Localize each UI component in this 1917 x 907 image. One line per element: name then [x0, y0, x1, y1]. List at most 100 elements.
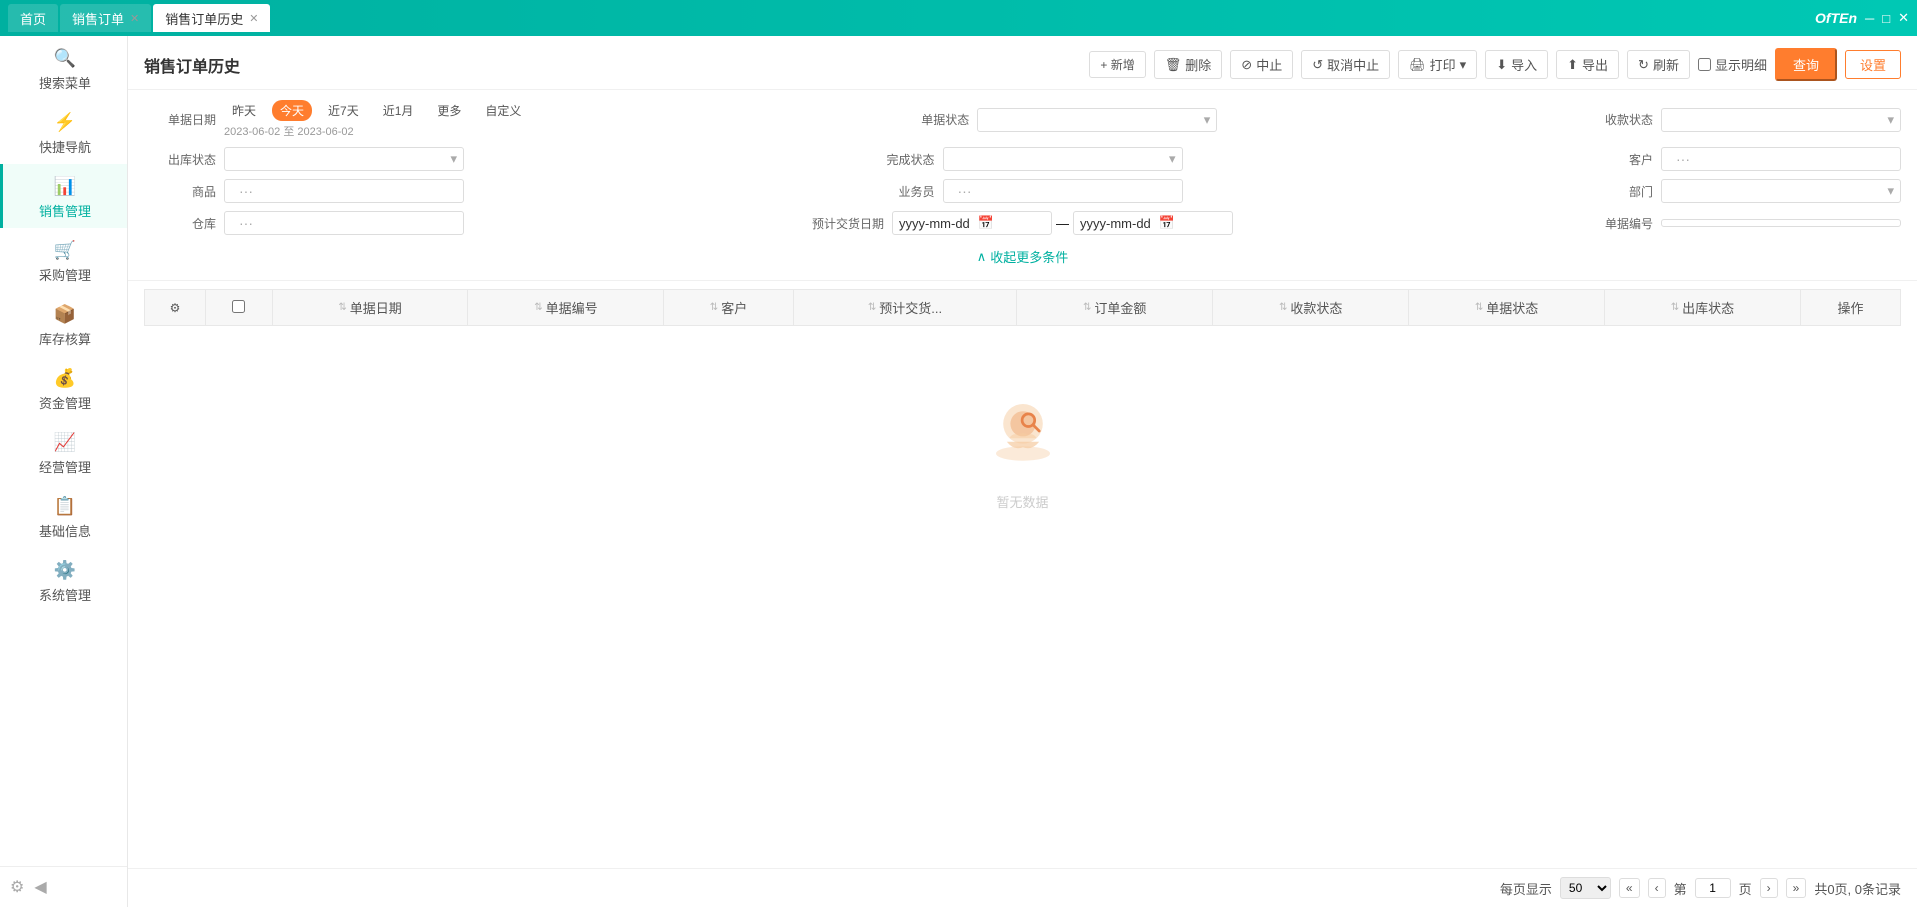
- th-number[interactable]: ⇅单据编号: [468, 290, 664, 326]
- print-button[interactable]: 🖨 打印 ▾: [1398, 50, 1477, 79]
- table-header-row: ⚙ ⇅单据日期 ⇅单据编号 ⇅客户 ⇅预计交货...: [145, 290, 1901, 326]
- sidebar-settings-icon[interactable]: ⚙: [10, 877, 24, 897]
- delivery-date-end[interactable]: yyyy-mm-dd 📅: [1073, 211, 1233, 235]
- sidebar-item-quick-nav[interactable]: ⚡ 快捷导航: [0, 100, 127, 164]
- maximize-btn[interactable]: □: [1882, 11, 1890, 26]
- import-button[interactable]: ⬇ 导入: [1485, 50, 1548, 79]
- salesperson-select[interactable]: ···: [943, 179, 1183, 203]
- refresh-button[interactable]: ↻ 刷新: [1627, 50, 1690, 79]
- date-chip-custom[interactable]: 自定义: [477, 100, 529, 121]
- sort-delivery-icon: ⇅: [868, 302, 876, 313]
- new-button[interactable]: + 新增: [1089, 51, 1145, 78]
- th-order-status[interactable]: ⇅单据状态: [1409, 290, 1605, 326]
- calendar-start-icon[interactable]: 📅: [978, 215, 994, 231]
- th-settings[interactable]: ⚙: [145, 290, 206, 326]
- search-menu-icon: 🔍: [54, 48, 76, 69]
- prev-page-btn[interactable]: ‹: [1648, 878, 1666, 898]
- order-number-input[interactable]: [1661, 219, 1901, 227]
- tab-sales-order-history[interactable]: 销售订单历史 ✕: [153, 4, 270, 32]
- sort-amount-icon: ⇅: [1083, 302, 1091, 313]
- warehouse-select[interactable]: ···: [224, 211, 464, 235]
- date-chip-yesterday[interactable]: 昨天: [224, 100, 264, 121]
- toolbar: + 新增 🗑 删除 ⊘ 中止 ↺ 取消中止 🖨 打印 ▾: [1089, 48, 1901, 81]
- sidebar-item-operation-label: 经营管理: [39, 457, 91, 476]
- last-page-btn[interactable]: »: [1786, 878, 1807, 898]
- stop-button[interactable]: ⊘ 中止: [1230, 50, 1293, 79]
- th-customer[interactable]: ⇅客户: [664, 290, 793, 326]
- calendar-end-icon[interactable]: 📅: [1159, 215, 1175, 231]
- customer-select[interactable]: ···: [1661, 147, 1901, 171]
- first-page-btn[interactable]: «: [1619, 878, 1640, 898]
- tab-home[interactable]: 首页: [8, 4, 58, 32]
- sidebar-item-info[interactable]: 📋 基础信息: [0, 484, 127, 548]
- show-detail-checkbox-label[interactable]: 显示明细: [1698, 55, 1767, 74]
- salesperson-dots[interactable]: ···: [958, 183, 972, 199]
- sidebar-item-operation[interactable]: 📈 经营管理: [0, 420, 127, 484]
- tab-sales-order-close[interactable]: ✕: [130, 12, 139, 25]
- show-detail-checkbox[interactable]: [1698, 58, 1711, 71]
- select-all-checkbox[interactable]: [232, 300, 245, 313]
- next-page-btn[interactable]: ›: [1760, 878, 1778, 898]
- tab-sales-order-history-close[interactable]: ✕: [249, 12, 258, 25]
- delete-icon: 🗑: [1165, 57, 1182, 73]
- cancel-stop-button[interactable]: ↺ 取消中止: [1301, 50, 1390, 79]
- minimize-btn[interactable]: ─: [1865, 11, 1874, 26]
- refresh-icon: ↻: [1638, 57, 1649, 73]
- th-receipt-status[interactable]: ⇅收款状态: [1213, 290, 1409, 326]
- sidebar-item-purchase[interactable]: 🛒 采购管理: [0, 228, 127, 292]
- collapse-label: 收起更多条件: [990, 247, 1068, 266]
- th-customer-label: 客户: [721, 298, 747, 317]
- date-chip-more[interactable]: 更多: [429, 100, 469, 121]
- date-chip-1month[interactable]: 近1月: [375, 100, 422, 121]
- export-button[interactable]: ⬆ 导出: [1556, 50, 1619, 79]
- delivery-date-start[interactable]: yyyy-mm-dd 📅: [892, 211, 1052, 235]
- order-status-label: 单据状态: [897, 111, 977, 128]
- goods-dots[interactable]: ···: [239, 183, 253, 199]
- sidebar-item-sales[interactable]: 📊 销售管理: [0, 164, 127, 228]
- date-chip-7days[interactable]: 近7天: [320, 100, 367, 121]
- sidebar-collapse-icon[interactable]: ◀: [34, 877, 46, 897]
- data-table: ⚙ ⇅单据日期 ⇅单据编号 ⇅客户 ⇅预计交货...: [144, 289, 1901, 326]
- print-label: 打印: [1430, 55, 1456, 74]
- sales-icon: 📊: [54, 176, 76, 197]
- th-checkbox: [205, 290, 272, 326]
- date-chip-today[interactable]: 今天: [272, 100, 312, 121]
- outbound-status-select[interactable]: ▾: [224, 147, 464, 171]
- department-label: 部门: [1581, 183, 1661, 200]
- goods-label: 商品: [144, 183, 224, 200]
- completion-status-select[interactable]: ▾: [943, 147, 1183, 171]
- receipt-status-select[interactable]: ▾: [1661, 108, 1901, 132]
- brand-label: OfTEn: [1815, 10, 1857, 26]
- th-date[interactable]: ⇅单据日期: [272, 290, 468, 326]
- department-select[interactable]: ▾: [1661, 179, 1901, 203]
- sort-receipt-icon: ⇅: [1279, 302, 1287, 313]
- th-out-status[interactable]: ⇅出库状态: [1605, 290, 1801, 326]
- no-data-area: 暂无数据: [144, 326, 1901, 571]
- goods-select[interactable]: ···: [224, 179, 464, 203]
- query-button[interactable]: 查询: [1775, 48, 1837, 81]
- stop-label: 中止: [1256, 55, 1282, 74]
- customer-dots[interactable]: ···: [1676, 151, 1690, 167]
- filter-row-3: 商品 ··· 业务员 ··· 部门 ▾: [144, 179, 1901, 203]
- sort-out-icon: ⇅: [1671, 302, 1679, 313]
- close-btn[interactable]: ✕: [1898, 10, 1909, 26]
- sidebar-item-inventory-label: 库存核算: [39, 329, 91, 348]
- sort-customer-icon: ⇅: [710, 302, 718, 313]
- collapse-row[interactable]: ∧ 收起更多条件: [144, 243, 1901, 270]
- export-label: 导出: [1582, 55, 1608, 74]
- date-label: 单据日期: [144, 111, 224, 128]
- sidebar-item-system[interactable]: ⚙️ 系统管理: [0, 548, 127, 612]
- th-amount[interactable]: ⇅订单金额: [1017, 290, 1213, 326]
- th-delivery[interactable]: ⇅预计交货...: [793, 290, 1017, 326]
- delete-button[interactable]: 🗑 删除: [1154, 50, 1223, 79]
- warehouse-dots[interactable]: ···: [239, 215, 253, 231]
- page-title: 销售订单历史: [144, 53, 240, 77]
- order-status-select[interactable]: ▾: [977, 108, 1217, 132]
- sidebar-item-search-menu[interactable]: 🔍 搜索菜单: [0, 36, 127, 100]
- settings-button[interactable]: 设置: [1845, 50, 1901, 79]
- sidebar-item-finance[interactable]: 💰 资金管理: [0, 356, 127, 420]
- tab-sales-order[interactable]: 销售订单 ✕: [60, 4, 151, 32]
- page-size-select[interactable]: 50 10 20 100: [1560, 877, 1611, 899]
- sidebar-item-inventory[interactable]: 📦 库存核算: [0, 292, 127, 356]
- page-number-input[interactable]: [1695, 878, 1731, 898]
